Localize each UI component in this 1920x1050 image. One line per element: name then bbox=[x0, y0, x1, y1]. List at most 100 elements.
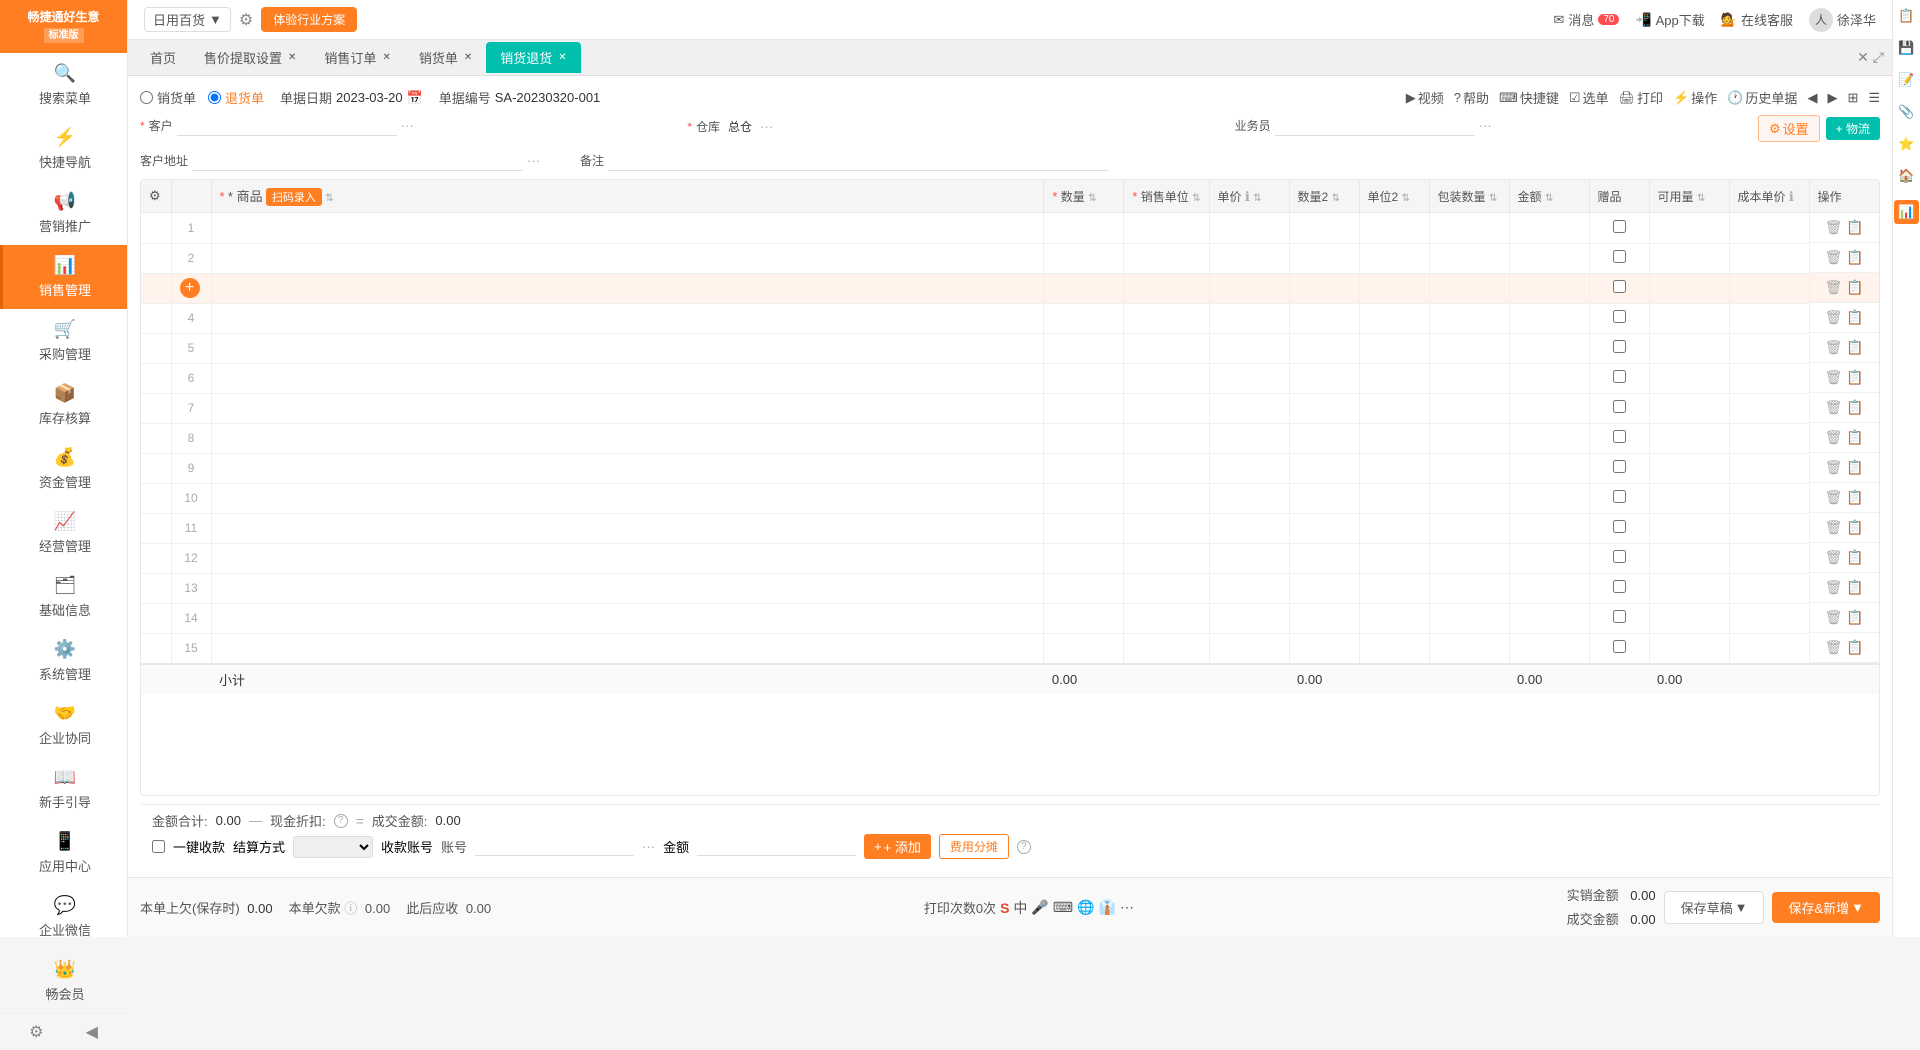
cell-goods[interactable] bbox=[211, 363, 1044, 393]
sidebar-item-search[interactable]: 🔍 搜索菜单 bbox=[0, 53, 127, 117]
copy-row-icon[interactable]: 📋 bbox=[1846, 219, 1863, 236]
rp-icon1[interactable]: 📋 bbox=[1898, 8, 1914, 24]
copy-row-icon[interactable]: 📋 bbox=[1846, 249, 1863, 266]
copy-row-icon[interactable]: 📋 bbox=[1846, 399, 1863, 416]
more-icon[interactable]: ⋯ bbox=[1120, 899, 1134, 916]
add-logistics-button[interactable]: + 物流 bbox=[1826, 117, 1880, 140]
salesperson-input[interactable] bbox=[1275, 115, 1475, 136]
tab-sales-order-close-icon[interactable]: ✕ bbox=[382, 52, 390, 63]
copy-row-icon[interactable]: 📋 bbox=[1846, 369, 1863, 386]
tab-delivery-close-icon[interactable]: ✕ bbox=[464, 52, 472, 63]
payment-amount-input[interactable] bbox=[697, 837, 856, 856]
customer-input[interactable] bbox=[177, 115, 397, 136]
gift-checkbox[interactable] bbox=[1613, 310, 1626, 323]
tab-sales-delivery[interactable]: 销货单 ✕ bbox=[405, 42, 486, 73]
rp-icon5[interactable]: ⭐ bbox=[1898, 136, 1914, 152]
copy-row-icon[interactable]: 📋 bbox=[1846, 279, 1863, 296]
delete-row-icon[interactable]: 🗑 bbox=[1825, 519, 1843, 536]
cell-goods[interactable] bbox=[211, 273, 1044, 303]
gift-checkbox[interactable] bbox=[1613, 640, 1626, 653]
close-tab-icon[interactable]: ✕ bbox=[1857, 49, 1869, 66]
radio-delivery-label[interactable]: 销货单 bbox=[140, 88, 196, 107]
sidebar-item-sales[interactable]: 📊 销售管理 bbox=[0, 245, 127, 309]
sidebar-item-partner[interactable]: 🤝 企业协同 bbox=[0, 693, 127, 757]
goods-input[interactable] bbox=[220, 281, 1036, 295]
scan-button[interactable]: 扫码录入 bbox=[266, 188, 322, 206]
calc-select[interactable] bbox=[293, 836, 373, 858]
copy-row-icon[interactable]: 📋 bbox=[1846, 459, 1863, 476]
gift-checkbox[interactable] bbox=[1613, 400, 1626, 413]
rp-icon4[interactable]: 📎 bbox=[1898, 104, 1914, 120]
gift-checkbox[interactable] bbox=[1613, 250, 1626, 263]
settings-bottom-icon[interactable]: ⚙ bbox=[29, 1022, 43, 1042]
sidebar-item-weixin[interactable]: 💬 企业微信 bbox=[0, 885, 127, 949]
gift-checkbox[interactable] bbox=[1613, 490, 1626, 503]
gift-checkbox[interactable] bbox=[1613, 220, 1626, 233]
list-view-icon[interactable]: ☰ bbox=[1868, 90, 1880, 106]
addr-dots[interactable]: ··· bbox=[527, 153, 540, 168]
gift-checkbox[interactable] bbox=[1613, 580, 1626, 593]
video-btn[interactable]: ▶ 视频 bbox=[1406, 88, 1444, 107]
network-icon[interactable]: 🌐 bbox=[1077, 899, 1094, 916]
sidebar-item-member[interactable]: 👑 畅会员 bbox=[0, 949, 127, 1013]
sidebar-item-inventory[interactable]: 📦 库存核算 bbox=[0, 373, 127, 437]
tab-price-settings[interactable]: 售价提取设置 ✕ bbox=[190, 42, 310, 73]
customer-addr-input[interactable] bbox=[192, 150, 523, 171]
delete-row-icon[interactable]: 🗑 bbox=[1825, 429, 1843, 446]
cell-goods[interactable] bbox=[211, 393, 1044, 423]
split-help-icon[interactable]: ? bbox=[1017, 840, 1031, 854]
cell-goods[interactable] bbox=[211, 303, 1044, 333]
shortcut-btn[interactable]: ⌨ 快捷键 bbox=[1499, 88, 1559, 107]
draft-dropdown-icon[interactable]: ▼ bbox=[1735, 900, 1748, 915]
copy-row-icon[interactable]: 📋 bbox=[1846, 609, 1863, 626]
rp-icon6[interactable]: 🏠 bbox=[1898, 168, 1914, 184]
add-payment-button[interactable]: + + 添加 bbox=[864, 834, 931, 859]
amount-sort-icon[interactable]: ⇅ bbox=[1545, 193, 1553, 204]
gift-checkbox[interactable] bbox=[1613, 370, 1626, 383]
delete-row-icon[interactable]: 🗑 bbox=[1825, 369, 1843, 386]
mic-icon[interactable]: 🎤 bbox=[1031, 899, 1048, 916]
settings-button[interactable]: ⚙ 设置 bbox=[1758, 115, 1820, 142]
sidebar-item-marketing[interactable]: 📢 营销推广 bbox=[0, 181, 127, 245]
cell-goods[interactable] bbox=[211, 243, 1044, 273]
fullscreen-icon[interactable]: ⤢ bbox=[1873, 49, 1884, 66]
cell-goods[interactable] bbox=[211, 543, 1044, 573]
gift-checkbox[interactable] bbox=[1613, 610, 1626, 623]
unit-sort-icon[interactable]: ⇅ bbox=[1192, 193, 1200, 204]
operate-btn[interactable]: ⚡ 操作 bbox=[1673, 88, 1717, 107]
copy-row-icon[interactable]: 📋 bbox=[1846, 309, 1863, 326]
pack-sort-icon[interactable]: ⇅ bbox=[1489, 193, 1497, 204]
tab-home[interactable]: 首页 bbox=[136, 42, 190, 73]
calendar-icon[interactable]: 📅 bbox=[407, 90, 423, 106]
cell-goods[interactable] bbox=[211, 513, 1044, 543]
copy-row-icon[interactable]: 📋 bbox=[1846, 639, 1863, 656]
avail-sort-icon[interactable]: ⇅ bbox=[1697, 193, 1705, 204]
price-sort-icon[interactable]: ⇅ bbox=[1253, 193, 1261, 204]
header-gear-icon[interactable]: ⚙ bbox=[239, 10, 253, 30]
delete-row-icon[interactable]: 🗑 bbox=[1825, 609, 1843, 626]
app-download-item[interactable]: 📲 App下载 bbox=[1635, 10, 1704, 29]
delete-row-icon[interactable]: 🗑 bbox=[1825, 219, 1843, 236]
account-dots[interactable]: ··· bbox=[642, 839, 655, 854]
cell-goods[interactable] bbox=[211, 573, 1044, 603]
tab-price-close-icon[interactable]: ✕ bbox=[288, 52, 296, 63]
delete-row-icon[interactable]: 🗑 bbox=[1825, 549, 1843, 566]
salesperson-dots[interactable]: ··· bbox=[1479, 118, 1492, 133]
delete-row-icon[interactable]: 🗑 bbox=[1825, 459, 1843, 476]
gift-checkbox[interactable] bbox=[1613, 550, 1626, 563]
save-draft-button[interactable]: 保存草稿 ▼ bbox=[1664, 891, 1765, 924]
gift-checkbox[interactable] bbox=[1613, 520, 1626, 533]
online-service-item[interactable]: 💁 在线客服 bbox=[1721, 10, 1793, 29]
print-btn[interactable]: 🖨 打印 bbox=[1619, 88, 1664, 107]
cell-goods[interactable] bbox=[211, 483, 1044, 513]
gift-checkbox[interactable] bbox=[1613, 280, 1626, 293]
prev-icon[interactable]: ◀ bbox=[1807, 90, 1817, 106]
delete-row-icon[interactable]: 🗑 bbox=[1825, 249, 1843, 266]
warehouse-dots[interactable]: ··· bbox=[760, 119, 773, 134]
sidebar-item-app[interactable]: 📱 应用中心 bbox=[0, 821, 127, 885]
cell-goods[interactable] bbox=[211, 633, 1044, 664]
delete-row-icon[interactable]: 🗑 bbox=[1825, 339, 1843, 356]
delete-row-icon[interactable]: 🗑 bbox=[1825, 279, 1843, 296]
radio-return-label[interactable]: 退货单 bbox=[208, 88, 264, 107]
delete-row-icon[interactable]: 🗑 bbox=[1825, 639, 1843, 656]
